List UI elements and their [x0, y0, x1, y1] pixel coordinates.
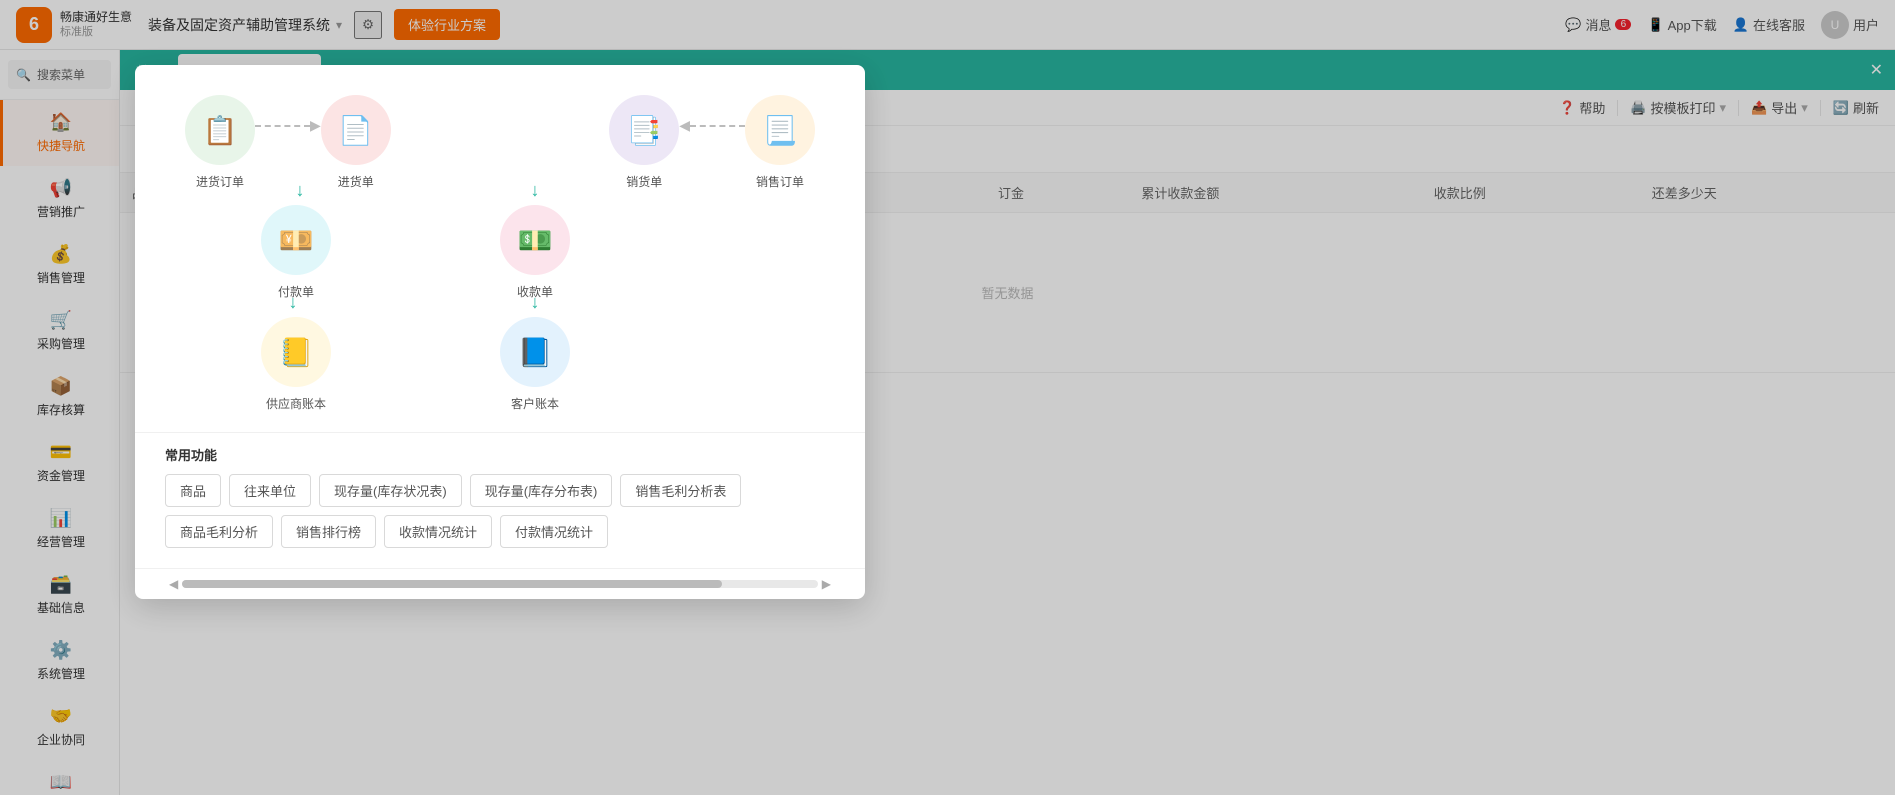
scroll-thumb[interactable]: [182, 580, 722, 588]
payment-circle: 💴: [261, 205, 331, 275]
arrow-h2: ◀: [679, 117, 745, 162]
purchase-order-circle: 📋: [185, 95, 255, 165]
common-btns: 商品 往来单位 现存量(库存状况表) 现存量(库存分布表) 销售毛利分析表 商品…: [165, 474, 835, 548]
common-section: 常用功能 商品 往来单位 现存量(库存状况表) 现存量(库存分布表) 销售毛利分…: [135, 432, 865, 568]
flow-node-customer-account[interactable]: 📘 客户账本: [500, 317, 570, 412]
flow-area: 📋 进货订单 ▶ 📄 进货单: [135, 65, 865, 432]
common-title: 常用功能: [165, 445, 835, 464]
sales-order-circle: 📃: [745, 95, 815, 165]
scroll-left-arrow[interactable]: ◀: [165, 577, 182, 591]
btn-stock-dist[interactable]: 现存量(库存分布表): [470, 474, 613, 507]
btn-sales-rank[interactable]: 销售排行榜: [281, 515, 376, 548]
supplier-account-label: 供应商账本: [266, 395, 326, 412]
purchase-bill-circle: 📄: [321, 95, 391, 165]
sales-bill-circle: 📑: [609, 95, 679, 165]
flow-node-receipt[interactable]: 💵 收款单: [500, 205, 570, 300]
btn-partner[interactable]: 往来单位: [229, 474, 311, 507]
supplier-account-circle: 📒: [261, 317, 331, 387]
btn-product[interactable]: 商品: [165, 474, 221, 507]
flow-node-sales-bill[interactable]: 📑 销货单: [609, 95, 679, 190]
customer-account-circle: 📘: [500, 317, 570, 387]
scroll-right-arrow[interactable]: ▶: [818, 577, 835, 591]
flow-node-purchase-order[interactable]: 📋 进货订单: [185, 95, 255, 190]
btn-sales-profit[interactable]: 销售毛利分析表: [620, 474, 741, 507]
btn-product-profit[interactable]: 商品毛利分析: [165, 515, 273, 548]
scroll-track[interactable]: [182, 580, 818, 588]
arrow-h1: ▶: [255, 117, 321, 162]
customer-account-label: 客户账本: [511, 395, 559, 412]
btn-payment-stats[interactable]: 付款情况统计: [500, 515, 608, 548]
modal-overlay: 📋 进货订单 ▶ 📄 进货单: [0, 0, 1895, 795]
flow-modal: 📋 进货订单 ▶ 📄 进货单: [135, 65, 865, 599]
flow-node-purchase-bill[interactable]: 📄 进货单: [321, 95, 391, 190]
receipt-circle: 💵: [500, 205, 570, 275]
scroll-area: ◀ ▶: [135, 568, 865, 599]
btn-receipt-stats[interactable]: 收款情况统计: [384, 515, 492, 548]
flow-node-sales-order[interactable]: 📃 销售订单: [745, 95, 815, 190]
btn-stock-status[interactable]: 现存量(库存状况表): [319, 474, 462, 507]
flow-node-supplier-account[interactable]: 📒 供应商账本: [261, 317, 331, 412]
flow-node-payment[interactable]: 💴 付款单: [261, 205, 331, 300]
